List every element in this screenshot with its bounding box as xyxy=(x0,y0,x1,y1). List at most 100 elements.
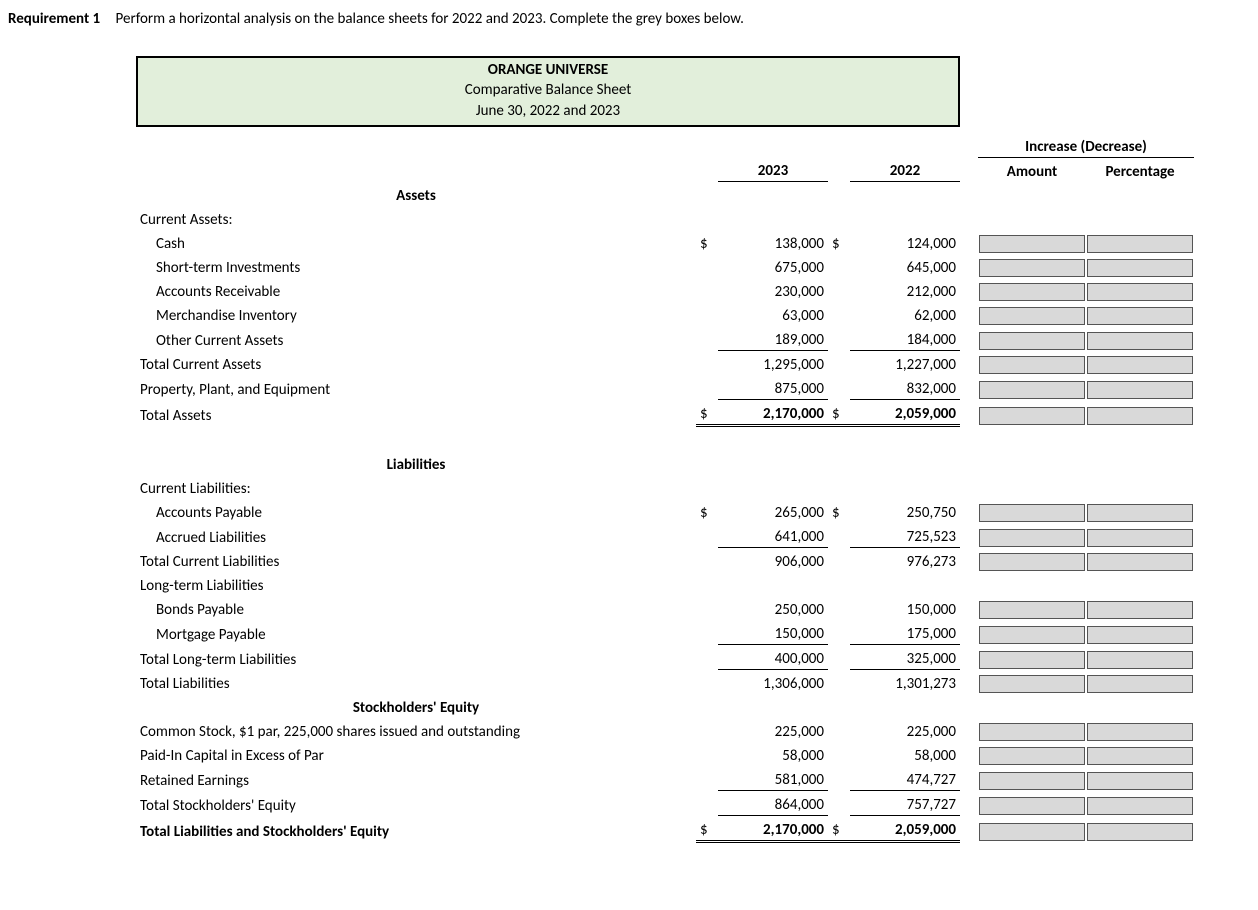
currency-symbol: $ xyxy=(828,400,850,426)
input-tse-pct[interactable] xyxy=(1087,797,1193,815)
input-tlse-pct[interactable] xyxy=(1087,823,1193,841)
requirement-text: Perform a horizontal analysis on the bal… xyxy=(116,10,744,28)
input-bonds-pct[interactable] xyxy=(1087,601,1193,619)
input-re-pct[interactable] xyxy=(1087,772,1193,790)
inv-2023: 63,000 xyxy=(718,302,828,326)
input-common-amount[interactable] xyxy=(979,723,1085,741)
input-tltl-pct[interactable] xyxy=(1087,651,1193,669)
increase-decrease-header: Increase (Decrease) xyxy=(978,133,1194,158)
input-tl-amount[interactable] xyxy=(979,675,1085,693)
header-2023: 2023 xyxy=(718,157,828,182)
input-bonds-amount[interactable] xyxy=(979,601,1085,619)
company-name: ORANGE UNIVERSE xyxy=(138,60,958,80)
input-tca-pct[interactable] xyxy=(1087,356,1193,374)
input-ar-pct[interactable] xyxy=(1087,283,1193,301)
input-oca-amount[interactable] xyxy=(979,332,1085,350)
header-2022: 2022 xyxy=(850,157,960,182)
currency-symbol: $ xyxy=(828,499,850,523)
ta-2022: 2,059,000 xyxy=(850,400,960,426)
sti-label: Short-term Investments xyxy=(136,254,696,278)
bonds-label: Bonds Payable xyxy=(136,596,696,620)
ar-label: Accounts Receivable xyxy=(136,278,696,302)
currency-symbol: $ xyxy=(828,816,850,842)
mort-2022: 175,000 xyxy=(850,620,960,645)
input-ar-amount[interactable] xyxy=(979,283,1085,301)
equity-header: Stockholders' Equity xyxy=(136,694,696,718)
tlse-2022: 2,059,000 xyxy=(850,816,960,842)
ppe-2022: 832,000 xyxy=(850,375,960,400)
sti-2023: 675,000 xyxy=(718,254,828,278)
ta-2023: 2,170,000 xyxy=(718,400,828,426)
accr-2023: 641,000 xyxy=(718,523,828,548)
re-2023: 581,000 xyxy=(718,766,828,791)
input-ppe-pct[interactable] xyxy=(1087,381,1193,399)
tse-2023: 864,000 xyxy=(718,791,828,816)
tltl-2023: 400,000 xyxy=(718,645,828,670)
input-inv-pct[interactable] xyxy=(1087,307,1193,325)
input-tcl-pct[interactable] xyxy=(1087,553,1193,571)
input-mort-pct[interactable] xyxy=(1087,626,1193,644)
oca-2023: 189,000 xyxy=(718,326,828,351)
input-ta-pct[interactable] xyxy=(1087,407,1193,425)
statement-title: Comparative Balance Sheet xyxy=(138,80,958,100)
input-sti-pct[interactable] xyxy=(1087,259,1193,277)
currency-symbol: $ xyxy=(696,499,718,523)
input-tcl-amount[interactable] xyxy=(979,553,1085,571)
ap-2022: 250,750 xyxy=(850,499,960,523)
header-amount: Amount xyxy=(978,157,1086,182)
input-accr-amount[interactable] xyxy=(979,529,1085,547)
input-tlse-amount[interactable] xyxy=(979,823,1085,841)
input-tltl-amount[interactable] xyxy=(979,651,1085,669)
tcl-2023: 906,000 xyxy=(718,548,828,573)
accr-2022: 725,523 xyxy=(850,523,960,548)
inv-2022: 62,000 xyxy=(850,302,960,326)
input-ap-amount[interactable] xyxy=(979,504,1085,522)
header-percentage: Percentage xyxy=(1086,157,1194,182)
input-ppe-amount[interactable] xyxy=(979,381,1085,399)
input-sti-amount[interactable] xyxy=(979,259,1085,277)
input-tca-amount[interactable] xyxy=(979,356,1085,374)
current-assets-label: Current Assets: xyxy=(136,206,696,230)
tse-2022: 757,727 xyxy=(850,791,960,816)
tca-label: Total Current Assets xyxy=(136,351,696,376)
tl-2023: 1,306,000 xyxy=(718,670,828,695)
ar-2022: 212,000 xyxy=(850,278,960,302)
common-2023: 225,000 xyxy=(718,718,828,742)
input-re-amount[interactable] xyxy=(979,772,1085,790)
input-common-pct[interactable] xyxy=(1087,723,1193,741)
input-accr-pct[interactable] xyxy=(1087,529,1193,547)
currency-symbol: $ xyxy=(696,230,718,254)
mort-2023: 150,000 xyxy=(718,620,828,645)
requirement-label: Requirement 1 xyxy=(8,10,100,28)
common-label: Common Stock, $1 par, 225,000 shares iss… xyxy=(136,718,696,742)
ppe-2023: 875,000 xyxy=(718,375,828,400)
tl-2022: 1,301,273 xyxy=(850,670,960,695)
input-apic-amount[interactable] xyxy=(979,747,1085,765)
ap-label: Accounts Payable xyxy=(136,499,696,523)
input-mort-amount[interactable] xyxy=(979,626,1085,644)
input-ta-amount[interactable] xyxy=(979,407,1085,425)
accr-label: Accrued Liabilities xyxy=(136,523,696,548)
bonds-2023: 250,000 xyxy=(718,596,828,620)
input-inv-amount[interactable] xyxy=(979,307,1085,325)
input-apic-pct[interactable] xyxy=(1087,747,1193,765)
input-ap-pct[interactable] xyxy=(1087,504,1193,522)
ar-2023: 230,000 xyxy=(718,278,828,302)
balance-sheet-table: Increase (Decrease) 2023 2022 Amount Per… xyxy=(136,133,1194,844)
cash-2022: 124,000 xyxy=(850,230,960,254)
common-2022: 225,000 xyxy=(850,718,960,742)
input-tse-amount[interactable] xyxy=(979,797,1085,815)
current-liab-label: Current Liabilities: xyxy=(136,475,696,499)
mort-label: Mortgage Payable xyxy=(136,620,696,645)
input-tl-pct[interactable] xyxy=(1087,675,1193,693)
input-oca-pct[interactable] xyxy=(1087,332,1193,350)
input-cash-pct[interactable] xyxy=(1087,235,1193,253)
liabilities-header: Liabilities xyxy=(136,451,696,475)
sti-2022: 645,000 xyxy=(850,254,960,278)
tlse-label: Total Liabilities and Stockholders' Equi… xyxy=(136,816,696,842)
apic-2023: 58,000 xyxy=(718,742,828,766)
tltl-label: Total Long-term Liabilities xyxy=(136,645,696,670)
input-cash-amount[interactable] xyxy=(979,235,1085,253)
ap-2023: 265,000 xyxy=(718,499,828,523)
tcl-label: Total Current Liabilities xyxy=(136,548,696,573)
